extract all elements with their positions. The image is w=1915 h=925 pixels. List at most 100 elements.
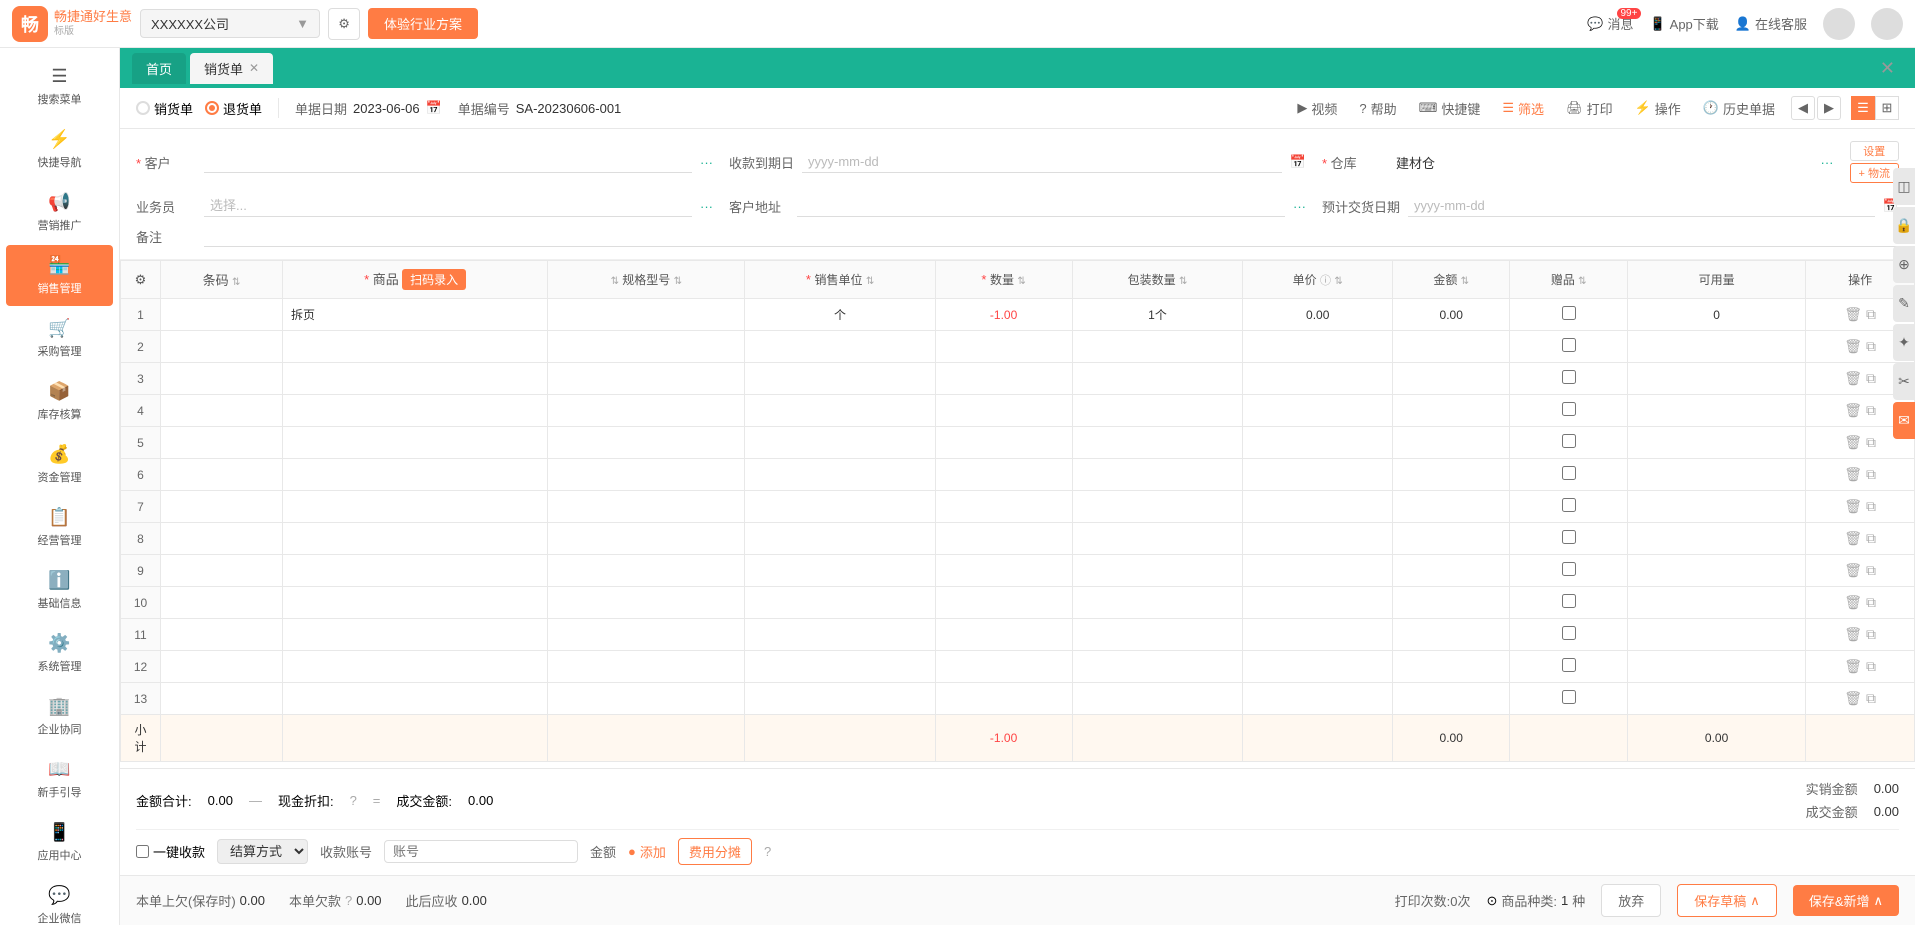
gift-checkbox-12[interactable] [1562, 658, 1576, 672]
row-delete-icon-1[interactable]: 🗑 [1844, 306, 1862, 323]
row-unit-7[interactable] [745, 491, 935, 523]
row-price-7[interactable] [1243, 491, 1392, 523]
row-pkg-qty-4[interactable] [1072, 395, 1243, 427]
row-delete-icon-13[interactable]: 🗑 [1844, 690, 1862, 707]
filter-button[interactable]: ☰ 筛选 [1496, 97, 1550, 120]
row-copy-icon-3[interactable]: ⧉ [1866, 370, 1876, 387]
row-product-6[interactable] [283, 459, 548, 491]
row-delete-icon-7[interactable]: 🗑 [1844, 498, 1862, 515]
row-unit-6[interactable] [745, 459, 935, 491]
row-price-13[interactable] [1243, 683, 1392, 715]
row-qty-4[interactable] [935, 395, 1072, 427]
row-barcode-7[interactable] [161, 491, 283, 523]
row-copy-icon-9[interactable]: ⧉ [1866, 562, 1876, 579]
row-delete-icon-3[interactable]: 🗑 [1844, 370, 1862, 387]
row-copy-icon-11[interactable]: ⧉ [1866, 626, 1876, 643]
row-amount-9[interactable] [1392, 555, 1510, 587]
row-price-1[interactable]: 0.00 [1243, 299, 1392, 331]
row-gift-8[interactable] [1510, 523, 1628, 555]
row-unit-12[interactable] [745, 651, 935, 683]
row-pkg-qty-7[interactable] [1072, 491, 1243, 523]
row-qty-12[interactable] [935, 651, 1072, 683]
window-close-icon[interactable]: ✕ [1872, 54, 1903, 83]
row-product-8[interactable] [283, 523, 548, 555]
amount-sort-icon[interactable]: ⇅ [1461, 276, 1469, 287]
row-pkg-qty-1[interactable]: 1个 [1072, 299, 1243, 331]
row-amount-6[interactable] [1392, 459, 1510, 491]
row-spec-5[interactable] [548, 427, 745, 459]
row-qty-10[interactable] [935, 587, 1072, 619]
row-delete-icon-9[interactable]: 🗑 [1844, 562, 1862, 579]
row-unit-9[interactable] [745, 555, 935, 587]
gift-checkbox-11[interactable] [1562, 626, 1576, 640]
row-spec-6[interactable] [548, 459, 745, 491]
logistics-button[interactable]: + 物流 [1850, 163, 1899, 183]
sidebar-item-apps[interactable]: 📱 应用中心 [6, 812, 113, 873]
row-copy-icon-12[interactable]: ⧉ [1866, 658, 1876, 675]
app-download-button[interactable]: 📱 App下载 [1649, 14, 1718, 33]
row-spec-12[interactable] [548, 651, 745, 683]
row-gift-1[interactable] [1510, 299, 1628, 331]
row-spec-13[interactable] [548, 683, 745, 715]
online-service-button[interactable]: 👤 在线客服 [1735, 14, 1807, 33]
row-copy-icon-6[interactable]: ⧉ [1866, 466, 1876, 483]
row-spec-7[interactable] [548, 491, 745, 523]
row-price-4[interactable] [1243, 395, 1392, 427]
row-pkg-qty-8[interactable] [1072, 523, 1243, 555]
float-btn-3[interactable]: ⊕ [1893, 246, 1915, 283]
next-arrow[interactable]: ▶ [1817, 96, 1841, 120]
row-amount-5[interactable] [1392, 427, 1510, 459]
row-unit-13[interactable] [745, 683, 935, 715]
row-gift-3[interactable] [1510, 363, 1628, 395]
row-gift-11[interactable] [1510, 619, 1628, 651]
row-gift-4[interactable] [1510, 395, 1628, 427]
price-info-icon[interactable]: ⓘ [1320, 275, 1331, 287]
pkg-sort-icon[interactable]: ⇅ [1179, 276, 1187, 287]
row-product-4[interactable] [283, 395, 548, 427]
row-delete-icon-4[interactable]: 🗑 [1844, 402, 1862, 419]
unit-sort-icon[interactable]: ⇅ [866, 276, 874, 287]
row-product-5[interactable] [283, 427, 548, 459]
shortcut-button[interactable]: ⌨ 快捷键 [1413, 97, 1487, 120]
row-unit-10[interactable] [745, 587, 935, 619]
sidebar-item-system[interactable]: ⚙️ 系统管理 [6, 623, 113, 684]
row-gift-7[interactable] [1510, 491, 1628, 523]
list-view-btn[interactable]: ☰ [1851, 96, 1875, 120]
owe-info-icon[interactable]: ? [345, 893, 352, 908]
th-settings[interactable]: ⚙ [121, 261, 161, 299]
float-btn-4[interactable]: ✎ [1893, 285, 1915, 322]
row-spec-3[interactable] [548, 363, 745, 395]
row-qty-2[interactable] [935, 331, 1072, 363]
row-barcode-10[interactable] [161, 587, 283, 619]
tab-home[interactable]: 首页 [132, 53, 186, 84]
row-delete-icon-5[interactable]: 🗑 [1844, 434, 1862, 451]
sidebar-item-operations[interactable]: 📋 经营管理 [6, 497, 113, 558]
customer-input[interactable] [204, 151, 692, 173]
row-copy-icon-7[interactable]: ⧉ [1866, 498, 1876, 515]
payment-checkbox-input[interactable] [136, 845, 149, 858]
row-qty-13[interactable] [935, 683, 1072, 715]
row-amount-1[interactable]: 0.00 [1392, 299, 1510, 331]
row-spec-10[interactable] [548, 587, 745, 619]
gift-checkbox-10[interactable] [1562, 594, 1576, 608]
row-product-12[interactable] [283, 651, 548, 683]
video-button[interactable]: ▶ 视频 [1291, 97, 1343, 120]
row-spec-8[interactable] [548, 523, 745, 555]
row-amount-8[interactable] [1392, 523, 1510, 555]
row-spec-9[interactable] [548, 555, 745, 587]
row-pkg-qty-11[interactable] [1072, 619, 1243, 651]
row-product-13[interactable] [283, 683, 548, 715]
row-copy-icon-10[interactable]: ⧉ [1866, 594, 1876, 611]
row-qty-5[interactable] [935, 427, 1072, 459]
row-barcode-4[interactable] [161, 395, 283, 427]
row-gift-10[interactable] [1510, 587, 1628, 619]
row-price-3[interactable] [1243, 363, 1392, 395]
salesperson-more-icon[interactable]: ··· [700, 199, 713, 214]
row-price-11[interactable] [1243, 619, 1392, 651]
row-product-3[interactable] [283, 363, 548, 395]
row-price-2[interactable] [1243, 331, 1392, 363]
row-unit-4[interactable] [745, 395, 935, 427]
settings-icon[interactable]: ⚙ [328, 8, 360, 40]
expense-info-icon[interactable]: ? [764, 844, 771, 859]
row-amount-7[interactable] [1392, 491, 1510, 523]
